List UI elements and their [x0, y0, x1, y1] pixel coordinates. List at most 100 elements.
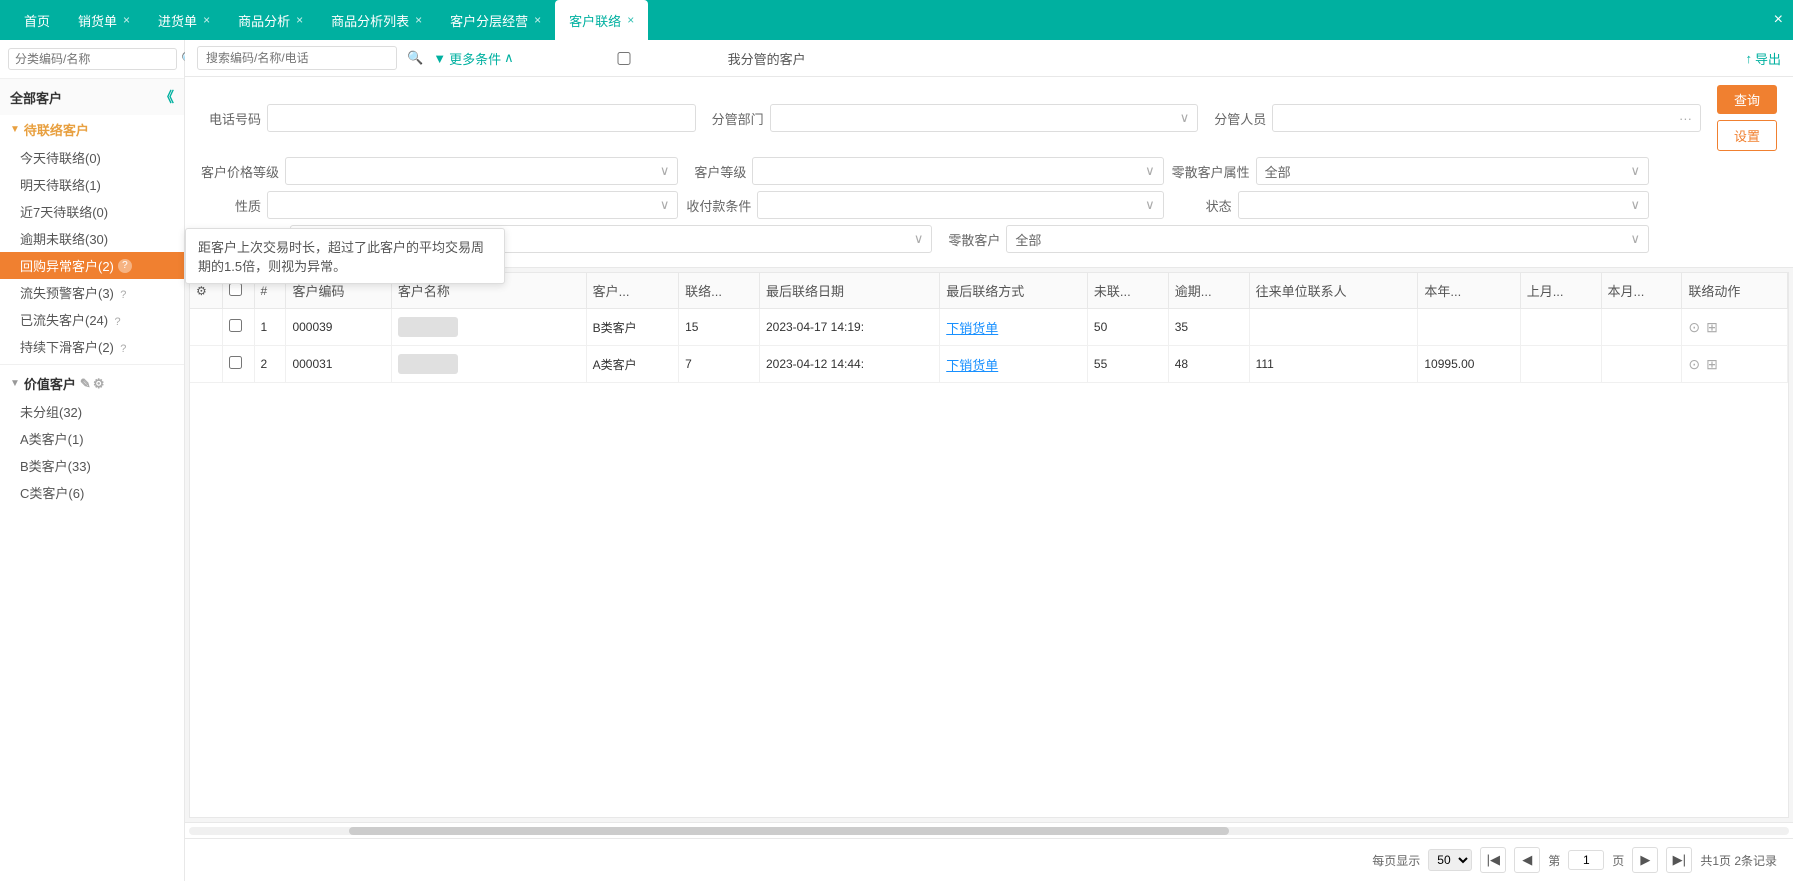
tab-customer-tier[interactable]: 客户分层经营 × — [436, 0, 555, 40]
value-group-edit-icon[interactable]: ✎ — [80, 376, 91, 392]
th-not-contacted[interactable]: 未联... — [1087, 273, 1168, 309]
th-last-contact-date[interactable]: 最后联络日期 — [759, 273, 939, 309]
th-last-contact-date-label: 最后联络日期 — [766, 284, 844, 299]
retail-attr-select[interactable]: 全部 ∨ — [1256, 157, 1649, 185]
per-page-label: 每页显示 — [1372, 852, 1420, 869]
search-input[interactable] — [197, 46, 397, 70]
customer-level-select[interactable]: ∨ — [752, 157, 1163, 185]
query-button[interactable]: 查询 — [1717, 85, 1777, 114]
prev-page-button[interactable]: ◀ — [1514, 847, 1540, 873]
gender-select[interactable]: ∨ — [267, 191, 678, 219]
my-customers-checkbox-label[interactable]: 我分管的客户 — [524, 49, 806, 68]
row1-action-grid-icon[interactable]: ⊞ — [1706, 319, 1718, 336]
price-level-select[interactable]: ∨ — [285, 157, 678, 185]
sidebar-item-lost[interactable]: 已流失客户(24) ? — [0, 306, 184, 333]
sidebar-collapse-icon[interactable]: 《 — [160, 87, 174, 107]
first-page-button[interactable]: |◀ — [1480, 847, 1506, 873]
th-partner-contact[interactable]: 往来单位联系人 — [1249, 273, 1418, 309]
sidebar-item-b-class-label: B类客户(33) — [20, 459, 91, 474]
sidebar-item-ungroup[interactable]: 未分组(32) — [0, 398, 184, 425]
row2-action-grid-icon[interactable]: ⊞ — [1706, 356, 1718, 373]
row2-action-link-icon[interactable]: ⊙ — [1688, 356, 1700, 373]
sidebar-item-tomorrow[interactable]: 明天待联络(1) — [0, 171, 184, 198]
sidebar-item-b-class[interactable]: B类客户(33) — [0, 452, 184, 479]
next-page-button[interactable]: ▶ — [1632, 847, 1658, 873]
row2-last-contact-method[interactable]: 下销货单 — [940, 346, 1088, 383]
window-close-button[interactable]: × — [1774, 11, 1783, 29]
tab-customer-contact[interactable]: 客户联络 × — [555, 0, 648, 40]
sidebar-all-customers[interactable]: 全部客户 《 — [0, 79, 184, 115]
th-contact-count[interactable]: 联络... — [679, 273, 760, 309]
manager-select[interactable]: ··· — [1272, 104, 1701, 132]
tab-analysis[interactable]: 商品分析 × — [224, 0, 317, 40]
sidebar-item-loss-warning[interactable]: 流失预警客户(3) ? — [0, 279, 184, 306]
loss-warning-info-icon[interactable]: ? — [120, 289, 126, 301]
setting-button[interactable]: 设置 — [1717, 120, 1777, 151]
status-select[interactable]: ∨ — [1238, 191, 1649, 219]
tooltip-text: 距客户上次交易时长，超过了此客户的平均交易周期的1.5倍，则视为异常。 — [198, 240, 484, 274]
sidebar-item-a-class[interactable]: A类客户(1) — [0, 425, 184, 452]
sidebar-item-declining[interactable]: 持续下滑客户(2) ? — [0, 333, 184, 360]
sidebar-item-today[interactable]: 今天待联络(0) — [0, 144, 184, 171]
abnormal-info-icon[interactable]: ? — [118, 259, 132, 273]
tab-purchase[interactable]: 进货单 × — [144, 0, 224, 40]
filter-more-conditions[interactable]: ▼ 更多条件 ∧ — [433, 49, 513, 68]
payment-select[interactable]: ∨ — [757, 191, 1163, 219]
scroll-track[interactable] — [189, 827, 1789, 835]
row2-select-checkbox[interactable] — [229, 356, 242, 369]
value-group-settings-icon[interactable]: ⚙ — [93, 376, 105, 392]
row1-action-link-icon[interactable]: ⊙ — [1688, 319, 1700, 336]
page-number-input[interactable] — [1568, 850, 1604, 870]
th-this-year[interactable]: 本年... — [1418, 273, 1520, 309]
tab-purchase-close[interactable]: × — [203, 13, 210, 27]
sidebar-value-group[interactable]: ▼ 价值客户 ✎ ⚙ — [0, 369, 184, 398]
lost-info-icon[interactable]: ? — [114, 316, 120, 328]
declining-info-icon[interactable]: ? — [120, 343, 126, 355]
row1-last-contact-method[interactable]: 下销货单 — [940, 309, 1088, 346]
tab-analysis-close[interactable]: × — [296, 13, 303, 27]
filter-search-icon[interactable]: 🔍 — [407, 50, 423, 66]
filter-more-arrow: ∧ — [504, 50, 514, 66]
row2-checkbox[interactable] — [222, 346, 254, 383]
th-level[interactable]: 客户... — [586, 273, 679, 309]
per-page-select[interactable]: 50 — [1428, 849, 1472, 871]
phone-input[interactable] — [267, 104, 696, 132]
row1-contact-method-link[interactable]: 下销货单 — [946, 321, 998, 336]
filter-row-2: 客户价格等级 ∨ 客户等级 ∨ 零散客户属性 全部 — [201, 157, 1777, 185]
value-group-label: 价值客户 — [24, 374, 76, 393]
my-customers-checkbox[interactable] — [524, 52, 724, 65]
tab-home[interactable]: 首页 — [10, 0, 64, 40]
sidebar-item-abnormal[interactable]: 回购异常客户(2) ? — [0, 252, 184, 279]
th-last-contact-method[interactable]: 最后联络方式 — [940, 273, 1088, 309]
sidebar-item-c-class[interactable]: C类客户(6) — [0, 479, 184, 506]
department-label: 分管部门 — [704, 109, 764, 128]
select-all-checkbox[interactable] — [229, 283, 242, 296]
retail-customer-select[interactable]: 全部 ∨ — [1006, 225, 1649, 253]
th-name-label: 客户名称 — [398, 284, 450, 299]
sidebar-item-7days[interactable]: 近7天待联络(0) — [0, 198, 184, 225]
th-last-month[interactable]: 上月... — [1520, 273, 1601, 309]
th-overdue[interactable]: 逾期... — [1168, 273, 1249, 309]
export-button[interactable]: ↑ 导出 — [1745, 49, 1781, 68]
tab-analysis-list[interactable]: 商品分析列表 × — [317, 0, 436, 40]
all-customers-label: 全部客户 — [10, 88, 62, 107]
tab-analysis-list-close[interactable]: × — [415, 13, 422, 27]
sidebar-item-overdue[interactable]: 逾期未联络(30) — [0, 225, 184, 252]
sidebar-search-input[interactable] — [8, 48, 177, 70]
tab-customer-tier-close[interactable]: × — [534, 13, 541, 27]
row1-name — [391, 309, 586, 346]
th-not-contacted-label: 未联... — [1094, 284, 1131, 299]
row2-contact-method-link[interactable]: 下销货单 — [946, 358, 998, 373]
tab-sales-close[interactable]: × — [123, 13, 130, 27]
scroll-thumb[interactable] — [349, 827, 1229, 835]
sidebar-pending-group[interactable]: ▼ 待联络客户 — [0, 115, 184, 144]
tab-customer-contact-close[interactable]: × — [627, 13, 634, 27]
th-this-month[interactable]: 本月... — [1601, 273, 1682, 309]
horizontal-scrollbar[interactable] — [185, 822, 1793, 838]
department-select[interactable]: ∨ — [770, 104, 1199, 132]
row1-checkbox[interactable] — [222, 309, 254, 346]
th-last-month-label: 上月... — [1527, 284, 1564, 299]
row1-select-checkbox[interactable] — [229, 319, 242, 332]
last-page-button[interactable]: ▶| — [1666, 847, 1692, 873]
tab-sales[interactable]: 销货单 × — [64, 0, 144, 40]
